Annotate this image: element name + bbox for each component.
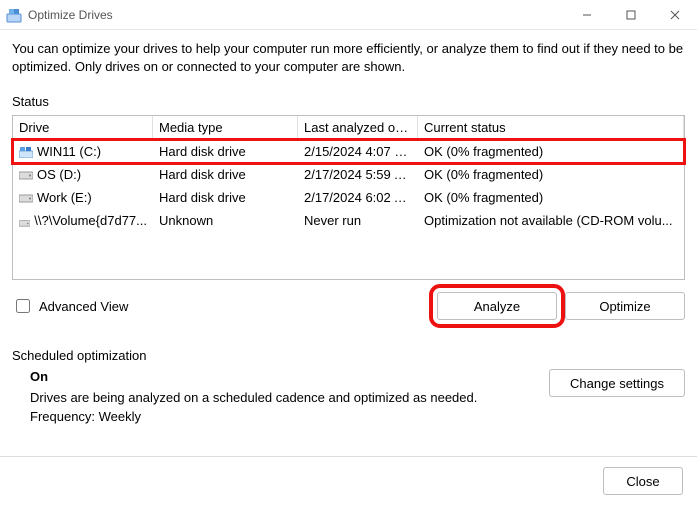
scheduled-optimization-label: Scheduled optimization (12, 348, 685, 363)
scheduled-frequency: Frequency: Weekly (30, 409, 549, 424)
status-label: Status (12, 94, 685, 109)
last-analyzed: 2/17/2024 6:02 AM (298, 186, 418, 209)
current-status: OK (0% fragmented) (418, 140, 684, 163)
analyze-button[interactable]: Analyze (437, 292, 557, 320)
current-status: Optimization not available (CD-ROM volu.… (418, 209, 684, 232)
last-analyzed: 2/17/2024 5:59 AM (298, 163, 418, 186)
table-header-row: Drive Media type Last analyzed or o... C… (13, 116, 684, 140)
advanced-view-label: Advanced View (39, 299, 128, 314)
table-row[interactable]: OS (D:) Hard disk drive2/17/2024 5:59 AMO… (13, 163, 684, 186)
drive-name: Work (E:) (37, 190, 92, 205)
drive-icon (19, 169, 33, 180)
header-current-status[interactable]: Current status (418, 116, 684, 140)
header-media-type[interactable]: Media type (153, 116, 298, 140)
minimize-button[interactable] (565, 0, 609, 30)
close-button[interactable]: Close (603, 467, 683, 495)
drive-name: OS (D:) (37, 167, 81, 182)
last-analyzed: Never run (298, 209, 418, 232)
drive-icon (19, 215, 30, 226)
change-settings-button[interactable]: Change settings (549, 369, 685, 397)
table-row[interactable]: WIN11 (C:) Hard disk drive2/15/2024 4:07 … (13, 140, 684, 163)
drives-table[interactable]: Drive Media type Last analyzed or o... C… (12, 115, 685, 280)
header-last-analyzed[interactable]: Last analyzed or o... (298, 116, 418, 140)
scheduled-state: On (30, 369, 549, 384)
table-row[interactable]: \\?\Volume{d7d77... UnknownNever runOptim… (13, 209, 684, 232)
current-status: OK (0% fragmented) (418, 186, 684, 209)
maximize-button[interactable] (609, 0, 653, 30)
close-window-button[interactable] (653, 0, 697, 30)
drive-icon (19, 146, 33, 157)
media-type: Hard disk drive (153, 140, 298, 163)
window-title: Optimize Drives (28, 8, 565, 22)
app-icon (6, 7, 22, 23)
table-row[interactable]: Work (E:) Hard disk drive2/17/2024 6:02 A… (13, 186, 684, 209)
drive-icon (19, 192, 33, 203)
media-type: Hard disk drive (153, 186, 298, 209)
last-analyzed: 2/15/2024 4:07 PM (298, 140, 418, 163)
drive-name: \\?\Volume{d7d77... (34, 213, 147, 228)
optimize-button[interactable]: Optimize (565, 292, 685, 320)
advanced-view-checkbox[interactable] (16, 299, 30, 313)
scheduled-description: Drives are being analyzed on a scheduled… (30, 390, 549, 405)
advanced-view-toggle[interactable]: Advanced View (12, 296, 429, 316)
description-text: You can optimize your drives to help you… (12, 40, 685, 76)
footer: Close (0, 456, 697, 505)
media-type: Unknown (153, 209, 298, 232)
current-status: OK (0% fragmented) (418, 163, 684, 186)
media-type: Hard disk drive (153, 163, 298, 186)
header-drive[interactable]: Drive (13, 116, 153, 140)
drive-name: WIN11 (C:) (37, 144, 101, 159)
title-bar: Optimize Drives (0, 0, 697, 30)
